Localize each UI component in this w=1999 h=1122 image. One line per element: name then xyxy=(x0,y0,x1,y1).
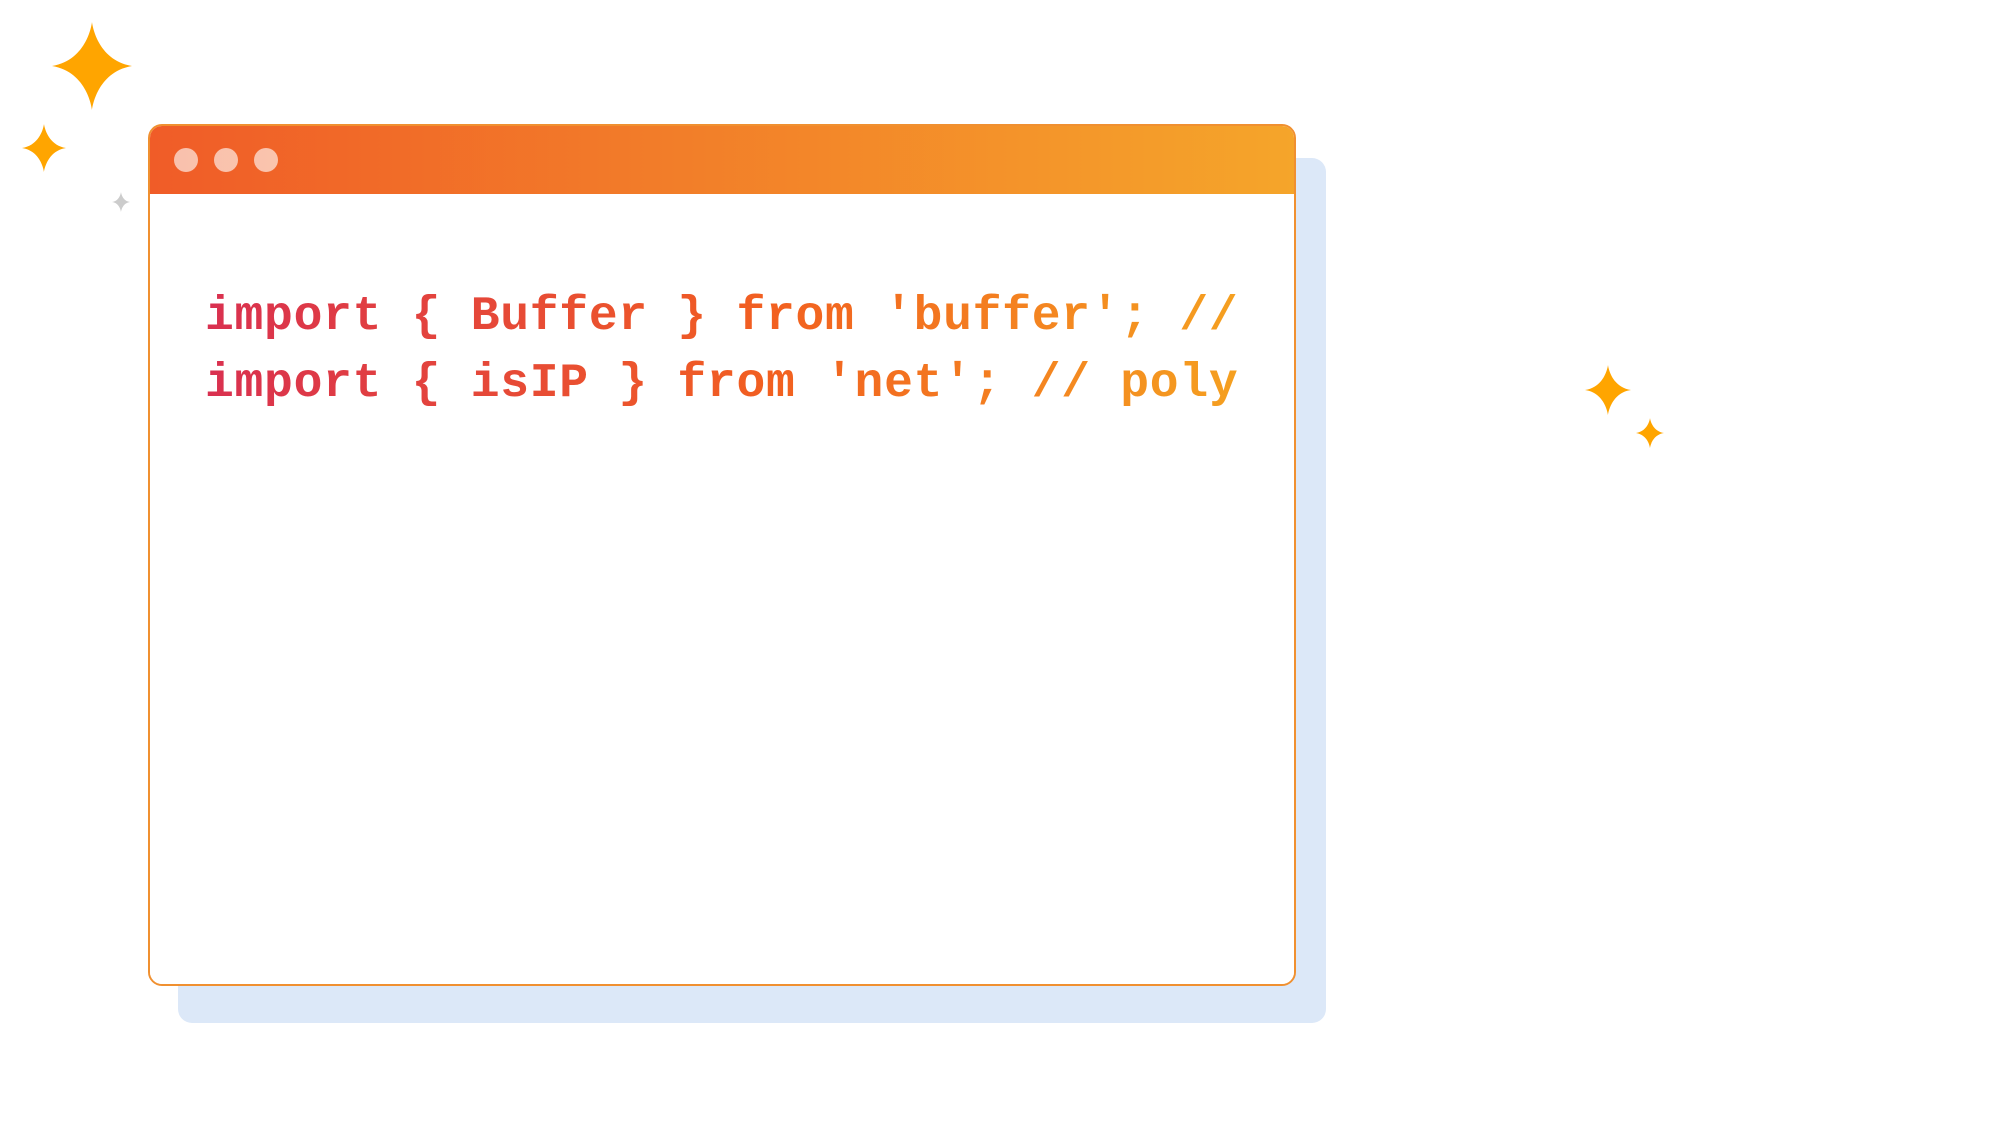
sparkle-small-left-icon xyxy=(22,124,66,172)
sparkle-right-small-icon xyxy=(1636,418,1664,448)
window: import { Buffer } from 'buffer'; // nati… xyxy=(148,124,1296,986)
code-line-1: import { Buffer } from 'buffer'; // nati… xyxy=(205,284,1239,351)
sparkle-right-large-icon xyxy=(1585,365,1631,415)
titlebar xyxy=(150,126,1294,194)
code-line-2: import { isIP } from 'net'; // polyfill xyxy=(205,351,1239,418)
traffic-light-maximize[interactable] xyxy=(254,148,278,172)
sparkle-large-icon xyxy=(52,22,132,110)
traffic-light-close[interactable] xyxy=(174,148,198,172)
code-area: import { Buffer } from 'buffer'; // nati… xyxy=(150,194,1294,984)
traffic-light-minimize[interactable] xyxy=(214,148,238,172)
sparkle-tiny-left-icon xyxy=(112,192,130,212)
